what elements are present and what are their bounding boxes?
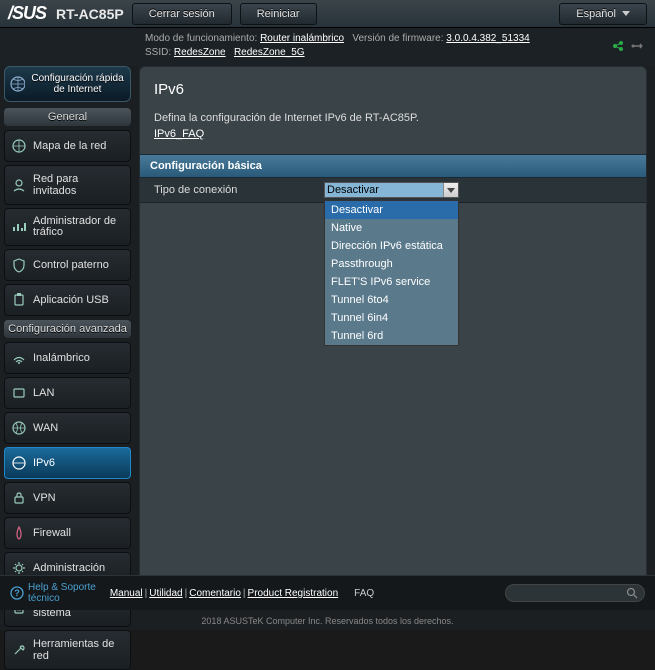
sidebar-item-network-map[interactable]: Mapa de la red [4, 130, 131, 162]
network-icon[interactable] [611, 39, 625, 53]
help-icon[interactable]: ? [10, 586, 24, 600]
footer-link-manual[interactable]: Manual [110, 588, 143, 599]
globe-gear-icon [9, 76, 25, 92]
sidebar-item-label: VPN [33, 492, 56, 504]
dropdown-option[interactable]: Dirección IPv6 estática [325, 237, 458, 255]
brand-logo: /SUS [8, 3, 46, 24]
sidebar-section-general: General [4, 108, 131, 126]
dropdown-option[interactable]: Tunnel 6rd [325, 327, 458, 345]
page-description: Defina la configuración de Internet IPv6… [154, 112, 632, 124]
language-button[interactable]: Español [559, 3, 647, 25]
fw-value[interactable]: 3.0.0.4.382_51334 [446, 33, 529, 44]
chevron-down-icon [443, 183, 458, 197]
dropdown-option[interactable]: Tunnel 6in4 [325, 309, 458, 327]
wifi-icon [11, 350, 27, 366]
usb-icon[interactable] [631, 41, 645, 51]
wan-icon [11, 420, 27, 436]
sidebar-item-wan[interactable]: WAN [4, 412, 131, 444]
quick-setup-label: Configuración rápidade Internet [29, 73, 126, 95]
lan-icon [11, 385, 27, 401]
sidebar-item-label: Herramientas de red [33, 638, 124, 662]
dropdown-option[interactable]: FLET'S IPv6 service [325, 273, 458, 291]
sidebar-item-label: Administración [33, 562, 105, 574]
page-title: IPv6 [154, 81, 632, 98]
sidebar-item-label: Mapa de la red [33, 140, 106, 152]
logout-button[interactable]: Cerrar sesión [132, 3, 232, 25]
firewall-icon [11, 525, 27, 541]
ipv6-faq-link[interactable]: IPv6_FAQ [154, 128, 204, 140]
sidebar-item-network-tools[interactable]: Herramientas de red [4, 630, 131, 670]
row-connection-type: Tipo de conexión Desactivar Desactivar N… [140, 178, 646, 203]
sidebar-item-ipv6[interactable]: IPv6 [4, 447, 131, 479]
usb-icon [11, 292, 27, 308]
reboot-button[interactable]: Reiniciar [240, 3, 317, 25]
ssid-label: SSID: [145, 47, 171, 58]
dropdown-option[interactable]: Desactivar [325, 201, 458, 219]
info-bar: Modo de funcionamiento: Router inalámbri… [0, 28, 655, 66]
language-label: Español [576, 8, 616, 20]
dropdown-option[interactable]: Passthrough [325, 255, 458, 273]
section-header-basic: Configuración básica [140, 154, 646, 178]
ssid-value-2[interactable]: RedesZone_5G [234, 47, 305, 58]
sidebar-item-label: Inalámbrico [33, 352, 90, 364]
sidebar-item-vpn[interactable]: VPN [4, 482, 131, 514]
search-icon [626, 587, 638, 599]
connection-type-value: Desactivar [327, 184, 379, 196]
tools-icon [11, 642, 27, 658]
sidebar-item-label: Red para invitados [33, 173, 124, 197]
sidebar-item-label: IPv6 [33, 457, 55, 469]
sidebar-item-label: Administrador detráfico [33, 216, 116, 238]
sidebar: Configuración rápidade Internet General … [0, 66, 135, 594]
shield-icon [11, 257, 27, 273]
sidebar-item-guest-network[interactable]: Red para invitados [4, 165, 131, 205]
sidebar-section-advanced: Configuración avanzada [4, 320, 131, 338]
copyright-text: 2018 ASUSTeK Computer Inc. Reservados to… [0, 616, 655, 626]
model-name: RT-AC85P [56, 6, 124, 22]
footer-bar: ? Help & Soportetécnico Manual | Utilida… [0, 575, 655, 610]
sidebar-item-label: Firewall [33, 527, 71, 539]
sidebar-item-parental-control[interactable]: Control paterno [4, 249, 131, 281]
sidebar-item-label: Aplicación USB [33, 294, 109, 306]
connection-type-label: Tipo de conexión [154, 184, 324, 196]
sidebar-item-firewall[interactable]: Firewall [4, 517, 131, 549]
sidebar-item-label: LAN [33, 387, 54, 399]
sidebar-item-lan[interactable]: LAN [4, 377, 131, 409]
quick-setup-button[interactable]: Configuración rápidade Internet [4, 66, 131, 102]
mode-label: Modo de funcionamiento: [145, 33, 257, 44]
ssid-value-1[interactable]: RedesZone [174, 47, 226, 58]
sidebar-item-label: WAN [33, 422, 58, 434]
header-bar: /SUS RT-AC85P Cerrar sesión Reiniciar Es… [0, 0, 655, 28]
mode-value[interactable]: Router inalámbrico [260, 33, 344, 44]
svg-text:?: ? [14, 588, 20, 598]
connection-type-dropdown: Desactivar Native Dirección IPv6 estátic… [324, 200, 459, 346]
footer-link-utility[interactable]: Utilidad [149, 588, 182, 599]
footer-faq-label[interactable]: FAQ [354, 588, 374, 599]
guest-icon [11, 177, 27, 193]
sidebar-item-wireless[interactable]: Inalámbrico [4, 342, 131, 374]
dropdown-option[interactable]: Native [325, 219, 458, 237]
sidebar-item-label: Control paterno [33, 259, 109, 271]
content-panel: IPv6 Defina la configuración de Internet… [139, 66, 647, 586]
dropdown-option[interactable]: Tunnel 6to4 [325, 291, 458, 309]
globe-icon [11, 138, 27, 154]
vpn-icon [11, 490, 27, 506]
footer-link-product-registration[interactable]: Product Registration [248, 588, 339, 599]
connection-type-select[interactable]: Desactivar [324, 182, 459, 198]
footer-link-feedback[interactable]: Comentario [189, 588, 241, 599]
help-support-label: Help & Soportetécnico [28, 582, 96, 604]
sidebar-item-traffic-manager[interactable]: Administrador detráfico [4, 208, 131, 246]
chevron-down-icon [622, 11, 630, 16]
traffic-icon [11, 219, 27, 235]
gear-icon [11, 560, 27, 576]
footer-search-input[interactable] [505, 584, 645, 602]
ipv6-icon [11, 455, 27, 471]
fw-label: Versión de firmware: [352, 33, 443, 44]
sidebar-item-usb-app[interactable]: Aplicación USB [4, 284, 131, 316]
